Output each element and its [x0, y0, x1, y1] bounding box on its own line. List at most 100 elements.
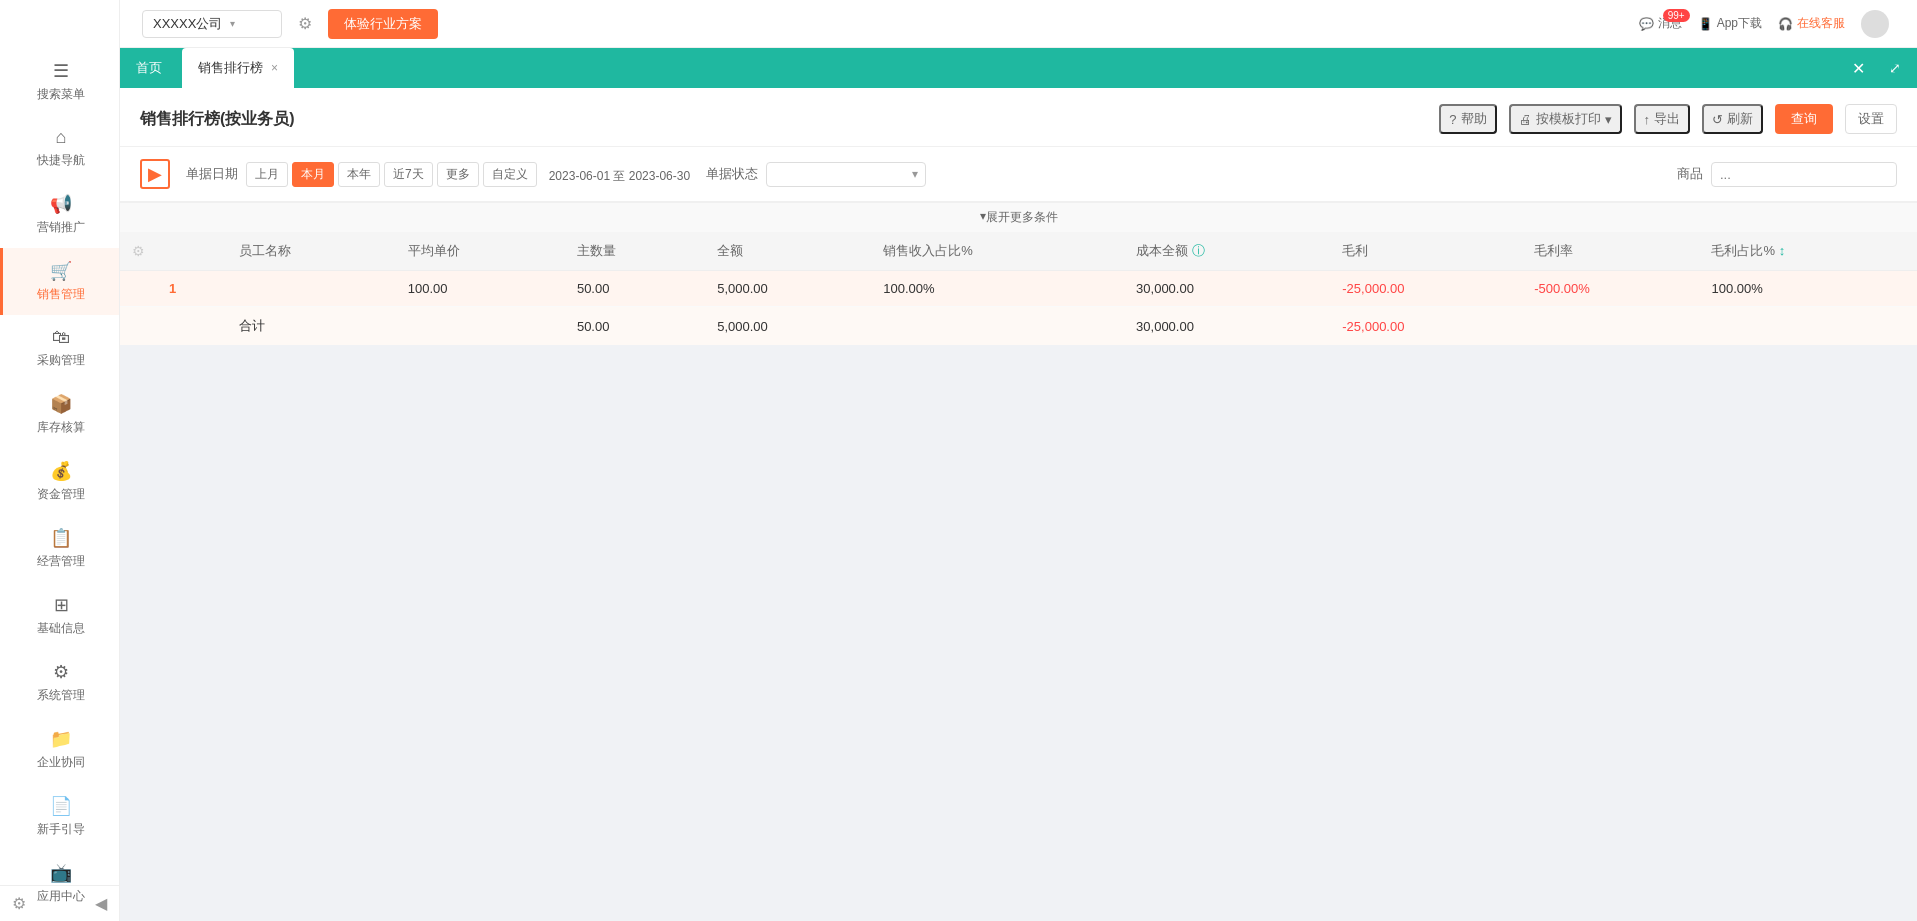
col-employee: 员工名称: [227, 232, 396, 271]
settings-bottom-icon[interactable]: ⚙: [12, 894, 26, 913]
footer-cost: 30,000.00: [1124, 307, 1330, 346]
status-select[interactable]: [766, 162, 926, 187]
operations-icon: 📋: [50, 527, 72, 549]
sidebar-item-collab[interactable]: 📁 企业协同: [0, 716, 119, 783]
cost-cell: 30,000.00: [1124, 271, 1330, 307]
status-select-wrapper: [766, 162, 926, 187]
date-range-wrapper: 2023-06-01 至 2023-06-30: [549, 168, 690, 185]
settings-button[interactable]: 设置: [1845, 104, 1897, 134]
goods-label: 商品: [1677, 165, 1703, 183]
expand-more-bar[interactable]: ▾ 展开更多条件: [120, 202, 1917, 232]
table-row: 1 100.00 50.00 5,000.00 100.00% 30,000.0…: [120, 271, 1917, 307]
basic-info-icon: ⊞: [54, 594, 69, 616]
avatar[interactable]: [1861, 10, 1889, 38]
help-icon: ?: [1449, 112, 1456, 127]
help-button[interactable]: ? 帮助: [1439, 104, 1496, 134]
sidebar-item-purchase[interactable]: 🛍 采购管理: [0, 315, 119, 381]
finance-icon: 💰: [50, 460, 72, 482]
date-btn-prev-month[interactable]: 上月: [246, 162, 288, 187]
sidebar-item-operations[interactable]: 📋 经营管理: [0, 515, 119, 582]
message-button[interactable]: 💬 消息 99+: [1639, 15, 1682, 32]
tab-bar: 首页 销售排行榜 × ✕ ⤢: [120, 48, 1917, 88]
date-filter: 单据日期 上月 本月 本年 近7天 更多 自定义 2023-06-01 至 20…: [186, 162, 690, 187]
sidebar-item-marketing[interactable]: 📢 营销推广: [0, 181, 119, 248]
sidebar-item-label: 库存核算: [37, 419, 85, 436]
footer-avg-price: [396, 307, 565, 346]
sidebar-item-system[interactable]: ⚙ 系统管理: [0, 649, 119, 716]
tab-bar-actions: ✕ ⤢: [1844, 55, 1917, 82]
filter-toggle-icon[interactable]: ▶: [140, 159, 170, 189]
sidebar-item-label: 企业协同: [37, 754, 85, 771]
goods-input[interactable]: [1711, 162, 1897, 187]
date-btn-7days[interactable]: 近7天: [384, 162, 433, 187]
sidebar-item-basic-info[interactable]: ⊞ 基础信息: [0, 582, 119, 649]
rank-cell: 1: [157, 271, 227, 307]
sidebar-item-inventory[interactable]: 📦 库存核算: [0, 381, 119, 448]
sidebar-bottom: ⚙ ◀: [0, 885, 119, 921]
qty-cell: 50.00: [565, 271, 705, 307]
row-settings-cell: [120, 271, 157, 307]
sidebar-item-sales[interactable]: 🛒 销售管理: [0, 248, 119, 315]
page-actions: ? 帮助 🖨 按模板打印 ▾ ↑ 导出 ↺ 刷新 查询 设置: [1439, 104, 1897, 134]
date-btn-this-year[interactable]: 本年: [338, 162, 380, 187]
system-icon: ⚙: [53, 661, 69, 683]
amount-cell: 5,000.00: [705, 271, 871, 307]
footer-sales-pct: [871, 307, 1124, 346]
footer-amount: 5,000.00: [705, 307, 871, 346]
company-settings-icon[interactable]: ⚙: [290, 10, 320, 37]
print-button[interactable]: 🖨 按模板打印 ▾: [1509, 104, 1622, 134]
purchase-icon: 🛍: [52, 327, 70, 348]
sidebar-item-guide[interactable]: 📄 新手引导: [0, 783, 119, 850]
table-footer: 合计 50.00 5,000.00 30,000.00 -25,000.00: [120, 307, 1917, 346]
page-title: 销售排行榜(按业务员): [140, 109, 295, 130]
tab-close-icon[interactable]: ×: [271, 61, 278, 75]
col-avg-price: 平均单价: [396, 232, 565, 271]
sidebar-item-label: 销售管理: [37, 286, 85, 303]
date-btn-more[interactable]: 更多: [437, 162, 479, 187]
page-header: 销售排行榜(按业务员) ? 帮助 🖨 按模板打印 ▾ ↑ 导出 ↺ 刷新: [120, 88, 1917, 147]
apps-icon: 📺: [50, 862, 72, 884]
avg-price-cell: 100.00: [396, 271, 565, 307]
sidebar-item-finance[interactable]: 💰 资金管理: [0, 448, 119, 515]
status-label: 单据状态: [706, 165, 758, 183]
trial-button[interactable]: 体验行业方案: [328, 9, 438, 39]
expand-icon[interactable]: ⤢: [1881, 56, 1909, 80]
app-download-button[interactable]: 📱 App下载: [1698, 15, 1762, 32]
date-btn-custom[interactable]: 自定义: [483, 162, 537, 187]
sidebar-item-label: 新手引导: [37, 821, 85, 838]
sidebar-item-label: 搜索菜单: [37, 86, 85, 103]
cost-info-icon[interactable]: ⓘ: [1192, 243, 1205, 258]
export-button[interactable]: ↑ 导出: [1634, 104, 1691, 134]
collapse-icon[interactable]: ◀: [95, 894, 107, 913]
col-gross-rate: 毛利率: [1522, 232, 1699, 271]
footer-gross-pct: [1699, 307, 1917, 346]
query-button[interactable]: 查询: [1775, 104, 1833, 134]
collab-icon: 📁: [50, 728, 72, 750]
company-selector[interactable]: XXXXX公司 ▾: [142, 10, 282, 38]
date-btn-this-month[interactable]: 本月: [292, 162, 334, 187]
gross-pct-info-icon[interactable]: ↕: [1779, 243, 1786, 258]
goods-filter: 商品: [1677, 162, 1897, 187]
close-window-icon[interactable]: ✕: [1844, 55, 1873, 82]
sidebar-item-quicknav[interactable]: ⌂ 快捷导航: [0, 115, 119, 181]
col-settings: ⚙: [120, 232, 157, 271]
service-label: 在线客服: [1797, 15, 1845, 32]
app-icon: 📱: [1698, 17, 1713, 31]
print-chevron-icon: ▾: [1605, 112, 1612, 127]
sales-icon: 🛒: [50, 260, 72, 282]
employee-cell: [227, 271, 396, 307]
gross-pct-cell: 100.00%: [1699, 271, 1917, 307]
guide-icon: 📄: [50, 795, 72, 817]
tab-home[interactable]: 首页: [120, 48, 178, 88]
column-settings-icon[interactable]: ⚙: [132, 243, 145, 259]
export-icon: ↑: [1644, 112, 1651, 127]
col-sales-pct: 销售收入占比%: [871, 232, 1124, 271]
sales-pct-cell: 100.00%: [871, 271, 1124, 307]
sidebar-item-search[interactable]: ☰ 搜索菜单: [0, 48, 119, 115]
sidebar-item-label: 基础信息: [37, 620, 85, 637]
message-icon: 💬: [1639, 17, 1654, 31]
refresh-button[interactable]: ↺ 刷新: [1702, 104, 1763, 134]
date-label: 单据日期: [186, 165, 238, 183]
online-service-button[interactable]: 🎧 在线客服: [1778, 15, 1845, 32]
tab-sales-ranking[interactable]: 销售排行榜 ×: [182, 48, 294, 88]
